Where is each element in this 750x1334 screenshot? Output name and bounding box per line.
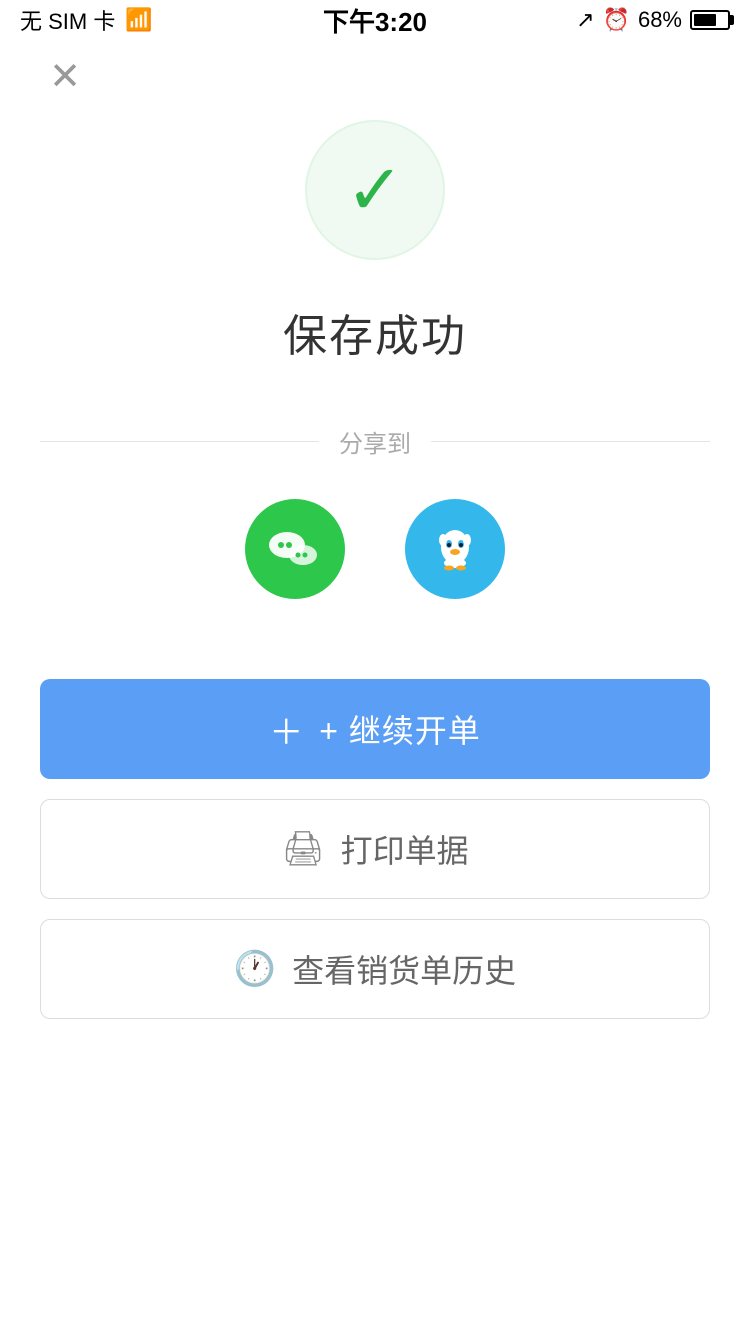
qq-icon bbox=[429, 523, 481, 575]
success-icon-circle: ✓ bbox=[305, 120, 445, 260]
continue-button-label: + 继续开单 bbox=[319, 706, 481, 752]
divider-line-left bbox=[40, 441, 319, 442]
status-time: 下午3:20 bbox=[323, 2, 427, 39]
close-icon: ✕ bbox=[49, 58, 81, 96]
wechat-icon bbox=[265, 519, 325, 579]
plus-icon: ＋ bbox=[269, 705, 303, 754]
print-button[interactable]: 🖨 打印单据 bbox=[40, 799, 710, 899]
share-icons bbox=[40, 499, 710, 599]
history-button[interactable]: 🕐 查看销货单历史 bbox=[40, 919, 710, 1019]
wechat-share-button[interactable] bbox=[245, 499, 345, 599]
share-label: 分享到 bbox=[319, 424, 431, 459]
print-button-label: 打印单据 bbox=[341, 826, 469, 872]
printer-icon: 🖨 bbox=[281, 829, 324, 869]
action-buttons: ＋ + 继续开单 🖨 打印单据 🕐 查看销货单历史 bbox=[0, 679, 750, 1019]
divider-line-right bbox=[431, 441, 710, 442]
qq-share-button[interactable] bbox=[405, 499, 505, 599]
status-right: ↗ ⏰ 68% bbox=[576, 7, 730, 33]
location-icon: ↗ bbox=[576, 7, 594, 33]
history-icon: 🕐 bbox=[234, 949, 276, 989]
history-button-label: 查看销货单历史 bbox=[292, 946, 516, 992]
status-bar: 无 SIM 卡 📶 下午3:20 ↗ ⏰ 68% bbox=[0, 0, 750, 40]
main-content: ✓ 保存成功 分享到 bbox=[0, 40, 750, 1019]
battery-text: 68% bbox=[638, 7, 682, 33]
success-title: 保存成功 bbox=[283, 300, 467, 364]
wifi-icon: 📶 bbox=[125, 7, 152, 33]
close-button[interactable]: ✕ bbox=[40, 52, 90, 102]
continue-button[interactable]: ＋ + 继续开单 bbox=[40, 679, 710, 779]
share-divider: 分享到 bbox=[40, 424, 710, 459]
carrier-text: 无 SIM 卡 bbox=[20, 4, 115, 36]
battery-icon bbox=[690, 10, 730, 30]
alarm-icon: ⏰ bbox=[603, 7, 630, 33]
checkmark-icon: ✓ bbox=[346, 155, 405, 225]
share-section: 分享到 bbox=[0, 424, 750, 599]
status-left: 无 SIM 卡 📶 bbox=[20, 4, 153, 36]
